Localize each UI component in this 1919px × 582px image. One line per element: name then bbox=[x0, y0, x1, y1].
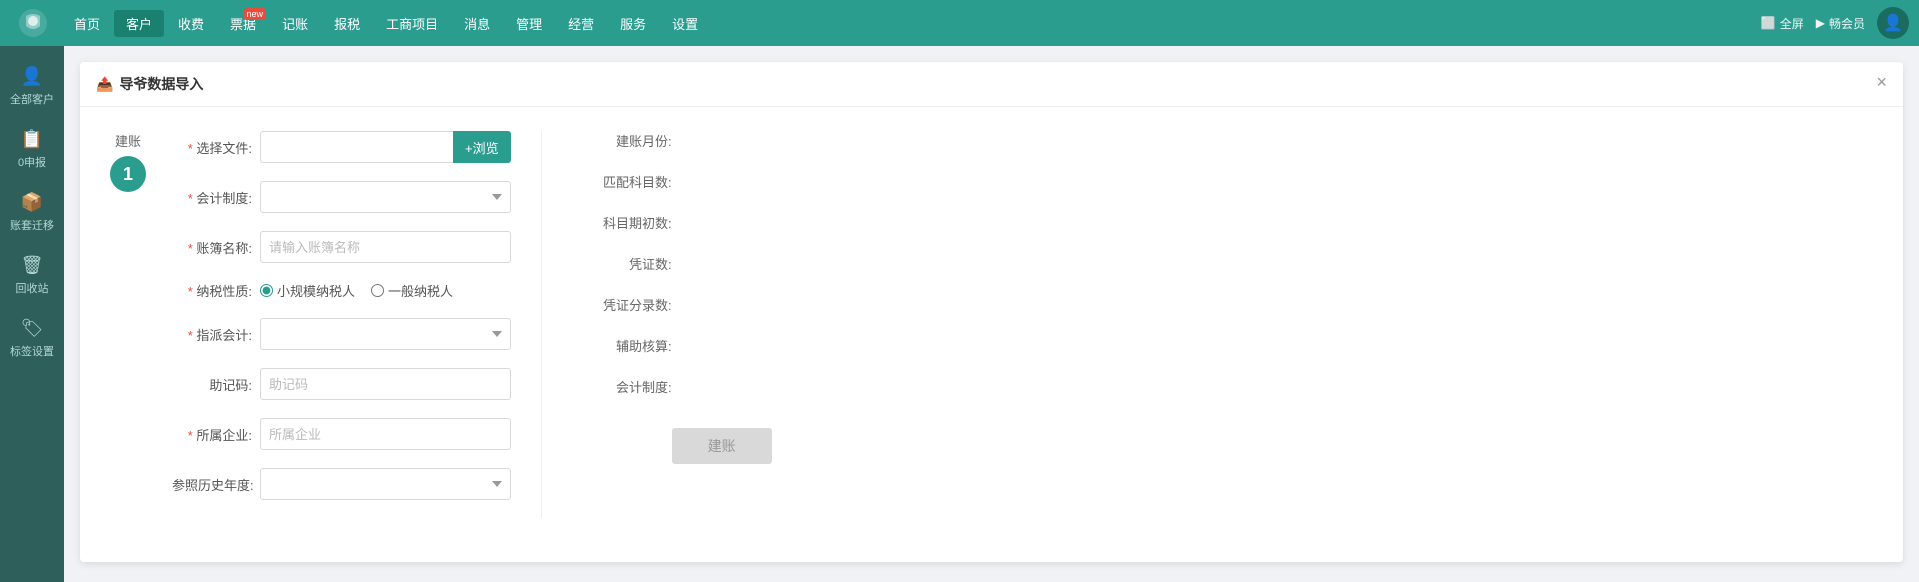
sidebar-icon: 🗑 bbox=[21, 255, 44, 276]
history-year-select[interactable] bbox=[260, 468, 511, 500]
topnav-item-设置[interactable]: 设置 bbox=[660, 10, 710, 37]
build-account-button[interactable]: 建账 bbox=[672, 428, 772, 464]
accounting-system-select[interactable] bbox=[260, 181, 511, 213]
topnav-item-消息[interactable]: 消息 bbox=[452, 10, 502, 37]
sidebar-item-label: 账套迁移 bbox=[10, 217, 54, 233]
step-indicator: 建账 1 bbox=[110, 131, 146, 192]
jianzang-month-label: 建账月份: bbox=[572, 131, 672, 150]
topnav-item-服务[interactable]: 服务 bbox=[608, 10, 658, 37]
company-input[interactable] bbox=[260, 418, 511, 450]
file-input-group: +浏览 bbox=[260, 131, 511, 163]
memo-code-input[interactable] bbox=[260, 368, 511, 400]
sidebar-item-label: 标签设置 bbox=[10, 343, 54, 359]
topnav-item-首页[interactable]: 首页 bbox=[62, 10, 112, 37]
assist-account-row: 辅助核算: bbox=[572, 336, 1001, 355]
subject-initial-row: 科目期初数: bbox=[572, 213, 1001, 232]
ledger-name-row: 账簿名称: bbox=[172, 231, 511, 263]
ledger-name-label: 账簿名称: bbox=[172, 238, 252, 257]
accountant-select[interactable] bbox=[260, 318, 511, 350]
logo bbox=[10, 0, 56, 46]
jianzang-month-row: 建账月份: bbox=[572, 131, 1001, 150]
import-icon: 📤 bbox=[96, 76, 113, 93]
sidebar: 👤 全部客户 📋 0申报 📦 账套迁移 🗑 回收站 🏷 标签设置 bbox=[0, 46, 64, 582]
tax-type-row: 纳税性质: 小规模纳税人 一般纳税人 bbox=[172, 281, 511, 300]
dialog-header: 📤 导爷数据导入 bbox=[80, 62, 1903, 107]
sidebar-item-账套迁移[interactable]: 📦 账套迁移 bbox=[0, 182, 64, 243]
step-label: 建账 bbox=[115, 131, 141, 150]
general-scale-radio[interactable] bbox=[371, 284, 384, 297]
sidebar-item-label: 回收站 bbox=[16, 280, 49, 296]
company-row: 所属企业: bbox=[172, 418, 511, 450]
memo-code-row: 助记码: bbox=[172, 368, 511, 400]
sidebar-icon: 👤 bbox=[21, 66, 43, 87]
history-year-label: 参照历史年度: bbox=[172, 475, 252, 494]
content-area: 📤 导爷数据导入 × 建账 1 选择文件: bbox=[64, 46, 1919, 582]
file-label: 选择文件: bbox=[172, 138, 252, 157]
browse-button[interactable]: +浏览 bbox=[453, 131, 511, 163]
dialog-title: 导爷数据导入 bbox=[119, 74, 203, 94]
match-subjects-label: 匹配科目数: bbox=[572, 172, 672, 191]
tax-type-group: 小规模纳税人 一般纳税人 bbox=[260, 281, 453, 300]
sidebar-icon: 📋 bbox=[21, 129, 43, 150]
sidebar-icon: 📦 bbox=[21, 192, 43, 213]
badge-new: new bbox=[244, 8, 267, 20]
sidebar-item-label: 0申报 bbox=[18, 154, 46, 170]
accounting-system-label: 会计制度: bbox=[172, 188, 252, 207]
topnav-item-收费[interactable]: 收费 bbox=[166, 10, 216, 37]
accounting-system2-label: 会计制度: bbox=[572, 377, 672, 396]
main-layout: 👤 全部客户 📋 0申报 📦 账套迁移 🗑 回收站 🏷 标签设置 📤 导爷数据导入 × 建账 1 bbox=[0, 46, 1919, 582]
file-input[interactable] bbox=[260, 131, 453, 163]
sidebar-item-0申报[interactable]: 📋 0申报 bbox=[0, 119, 64, 180]
voucher-entries-row: 凭证分录数: bbox=[572, 295, 1001, 314]
topnav-item-记账[interactable]: 记账 bbox=[270, 10, 320, 37]
sidebar-item-全部客户[interactable]: 👤 全部客户 bbox=[0, 56, 64, 117]
memo-code-label: 助记码: bbox=[172, 375, 252, 394]
history-year-row: 参照历史年度: bbox=[172, 468, 511, 500]
topnav-item-经营[interactable]: 经营 bbox=[556, 10, 606, 37]
sidebar-icon: 🏷 bbox=[21, 318, 44, 339]
small-scale-radio[interactable] bbox=[260, 284, 273, 297]
general-scale-option[interactable]: 一般纳税人 bbox=[371, 281, 453, 300]
match-subjects-row: 匹配科目数: bbox=[572, 172, 1001, 191]
step-circle: 1 bbox=[110, 156, 146, 192]
accountant-row: 指派会计: bbox=[172, 318, 511, 350]
voucher-entries-label: 凭证分录数: bbox=[572, 295, 672, 314]
accounting-system-row: 会计制度: bbox=[172, 181, 511, 213]
form-section: 选择文件: +浏览 会计制度: bbox=[172, 131, 511, 518]
topnav-item-管理[interactable]: 管理 bbox=[504, 10, 554, 37]
subject-initial-label: 科目期初数: bbox=[572, 213, 672, 232]
topnav-item-工商项目[interactable]: 工商项目 bbox=[374, 10, 450, 37]
small-scale-option[interactable]: 小规模纳税人 bbox=[260, 281, 355, 300]
ledger-name-input[interactable] bbox=[260, 231, 511, 263]
dialog-card: 📤 导爷数据导入 × 建账 1 选择文件: bbox=[80, 62, 1903, 562]
sidebar-item-label: 全部客户 bbox=[10, 91, 54, 107]
topnav: 首页客户收费票据new记账报税工商项目消息管理经营服务设置 ⬜ 全屏 ▶ 畅会员… bbox=[0, 0, 1919, 46]
file-row: 选择文件: +浏览 bbox=[172, 131, 511, 163]
user-avatar[interactable]: 👤 bbox=[1877, 7, 1909, 39]
accounting-system2-row: 会计制度: bbox=[572, 377, 1001, 396]
member-btn[interactable]: ▶ 畅会员 bbox=[1816, 15, 1865, 32]
topnav-item-报税[interactable]: 报税 bbox=[322, 10, 372, 37]
topnav-item-客户[interactable]: 客户 bbox=[114, 10, 164, 37]
right-section: 建账月份: 匹配科目数: 科目期初数: 凭证数: bbox=[541, 131, 1001, 518]
sidebar-item-标签设置[interactable]: 🏷 标签设置 bbox=[0, 308, 64, 369]
close-button[interactable]: × bbox=[1876, 72, 1887, 93]
voucher-count-label: 凭证数: bbox=[572, 254, 672, 273]
topnav-right: ⬜ 全屏 ▶ 畅会员 👤 bbox=[1761, 7, 1909, 39]
company-label: 所属企业: bbox=[172, 425, 252, 444]
fullscreen-btn[interactable]: ⬜ 全屏 bbox=[1761, 15, 1804, 32]
sidebar-item-回收站[interactable]: 🗑 回收站 bbox=[0, 245, 64, 306]
topnav-item-票据[interactable]: 票据new bbox=[218, 10, 268, 37]
topnav-items: 首页客户收费票据new记账报税工商项目消息管理经营服务设置 bbox=[62, 10, 1761, 37]
voucher-count-row: 凭证数: bbox=[572, 254, 1001, 273]
tax-type-label: 纳税性质: bbox=[172, 281, 252, 300]
assist-account-label: 辅助核算: bbox=[572, 336, 672, 355]
accountant-label: 指派会计: bbox=[172, 325, 252, 344]
dialog-body: 建账 1 选择文件: +浏览 bbox=[80, 107, 1903, 542]
